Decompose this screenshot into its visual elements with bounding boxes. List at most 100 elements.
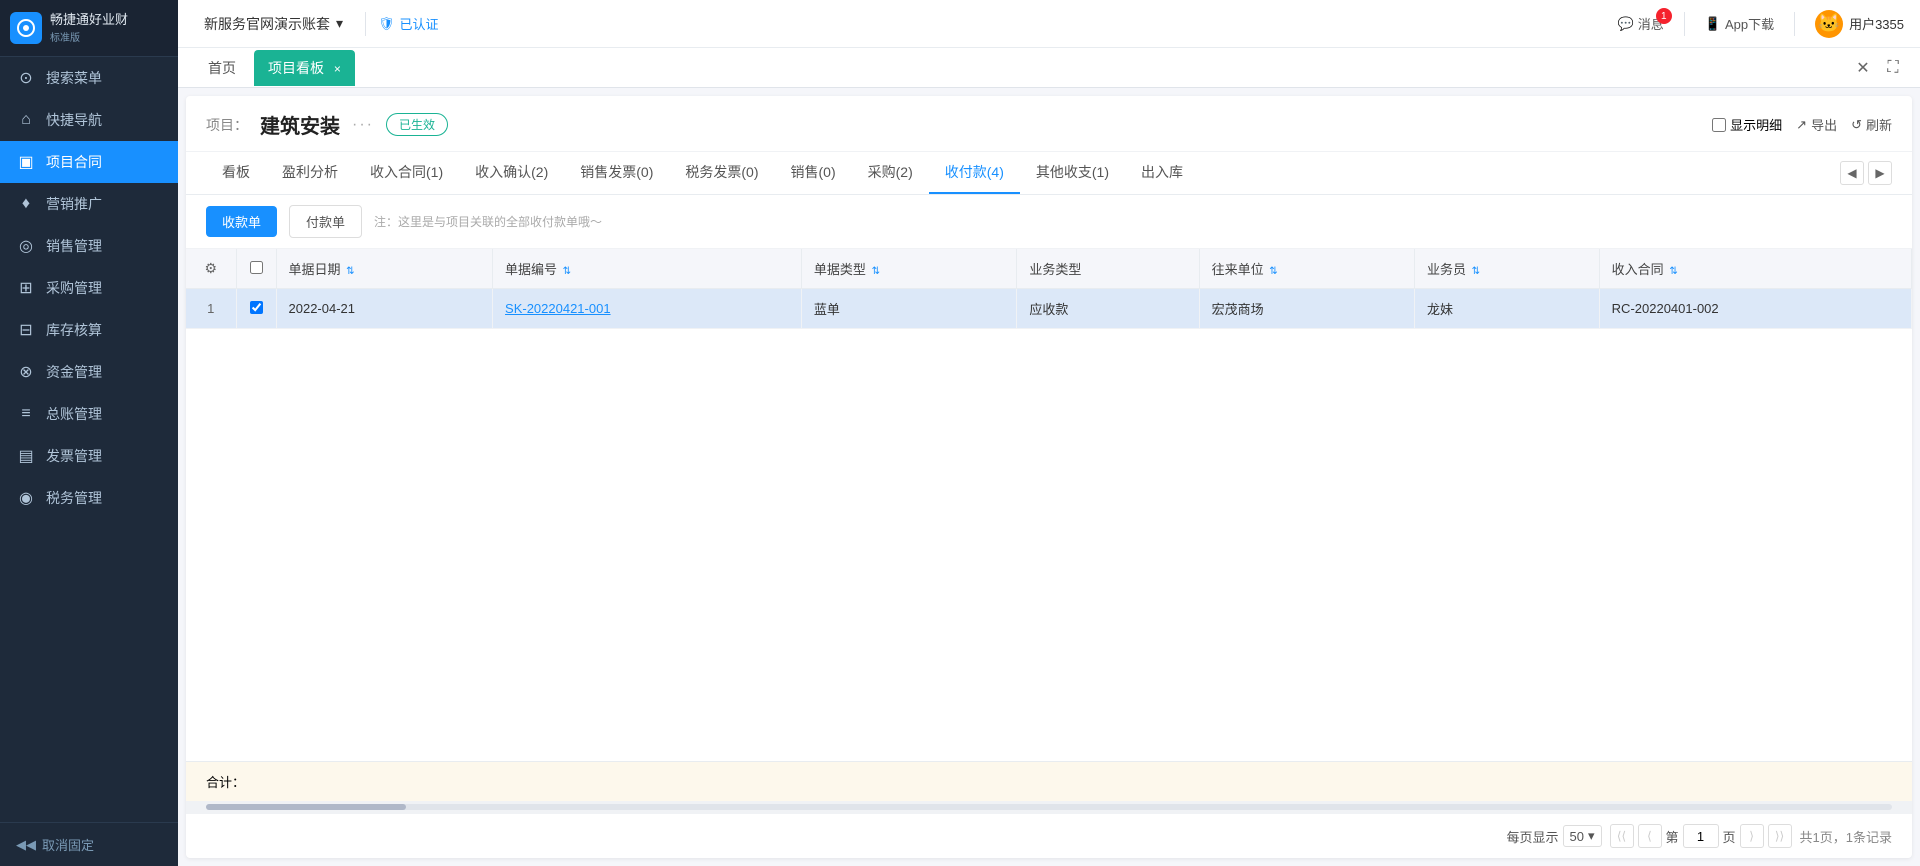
sidebar-item-purchase[interactable]: ⊞ 采购管理 bbox=[0, 267, 178, 309]
sidebar-item-invoice[interactable]: ▤ 发票管理 bbox=[0, 435, 178, 477]
tab-project-board[interactable]: 项目看板 × bbox=[254, 50, 355, 86]
inventory-icon: ⊟ bbox=[16, 320, 36, 340]
message-badge: 1 bbox=[1656, 8, 1672, 24]
table-row[interactable]: 1 2022-04-21 SK-20220421-001 蓝单 应收款 宏茂商场… bbox=[186, 289, 1912, 329]
col-type[interactable]: 单据类型 ⇅ bbox=[801, 249, 1016, 289]
col-date[interactable]: 单据日期 ⇅ bbox=[276, 249, 493, 289]
last-page-button[interactable]: ⟩⟩ bbox=[1768, 824, 1792, 848]
page-size-selector: 每页显示 50 ▾ bbox=[1506, 825, 1601, 847]
receipt-note: 注：这里是与项目关联的全部收付款单哦～ bbox=[374, 213, 602, 230]
row-salesman: 龙妹 bbox=[1415, 289, 1600, 329]
select-all-checkbox[interactable] bbox=[250, 261, 263, 274]
per-page-select[interactable]: 50 ▾ bbox=[1563, 825, 1602, 847]
project-contract-icon: ▣ bbox=[16, 152, 36, 172]
verified-label: 已认证 bbox=[400, 14, 439, 33]
col-salesman[interactable]: 业务员 ⇅ bbox=[1415, 249, 1600, 289]
invoice-icon: ▤ bbox=[16, 446, 36, 466]
project-status-badge: 已生效 bbox=[386, 113, 448, 136]
subtab-sales[interactable]: 销售(0) bbox=[775, 152, 852, 194]
show-detail-checkbox[interactable] bbox=[1712, 118, 1726, 132]
sidebar-header: 畅捷通好业财 标准版 bbox=[0, 0, 178, 57]
sidebar-item-sales[interactable]: ◎ 销售管理 bbox=[0, 225, 178, 267]
scrollbar-track[interactable] bbox=[206, 804, 1892, 810]
row-index: 1 bbox=[186, 289, 236, 329]
sidebar-item-project-contract[interactable]: ▣ 项目合同 bbox=[0, 141, 178, 183]
finance-icon: ⊗ bbox=[16, 362, 36, 382]
maximize-window-button[interactable]: ⛶ bbox=[1882, 57, 1904, 79]
payment-btn[interactable]: 付款单 bbox=[289, 205, 362, 238]
col-checkbox bbox=[236, 249, 276, 289]
subtab-tax-invoice[interactable]: 税务发票(0) bbox=[669, 152, 774, 194]
row-checkbox[interactable] bbox=[236, 289, 276, 329]
purchase-icon: ⊞ bbox=[16, 278, 36, 298]
subtab-purchase[interactable]: 采购(2) bbox=[852, 152, 929, 194]
sidebar-item-search[interactable]: ⊙ 搜索菜单 bbox=[0, 57, 178, 99]
tab-home[interactable]: 首页 bbox=[194, 50, 250, 86]
horizontal-scrollbar[interactable] bbox=[186, 801, 1912, 813]
content-area: 项目： 建筑安装 ··· 已生效 显示明细 ↗ 导出 ↺ 刷新 bbox=[186, 96, 1912, 858]
sidebar: 畅捷通好业财 标准版 ⊙ 搜索菜单⌂ 快捷导航▣ 项目合同♦ 营销推广◎ 销售管… bbox=[0, 0, 178, 866]
col-settings[interactable]: ⚙ bbox=[186, 249, 236, 289]
sort-icon-partner: ⇅ bbox=[1269, 266, 1277, 277]
col-partner[interactable]: 往来单位 ⇅ bbox=[1199, 249, 1414, 289]
per-page-label: 每页显示 bbox=[1506, 827, 1558, 846]
sort-icon-date: ⇅ bbox=[346, 266, 354, 277]
export-button[interactable]: ↗ 导出 bbox=[1796, 115, 1837, 134]
scrollbar-thumb[interactable] bbox=[206, 804, 406, 810]
col-income-contract[interactable]: 收入合同 ⇅ bbox=[1599, 249, 1911, 289]
sidebar-item-ledger[interactable]: ≡ 总账管理 bbox=[0, 393, 178, 435]
subtab-receipt[interactable]: 收付款(4) bbox=[929, 152, 1020, 194]
topbar-divider bbox=[365, 12, 366, 36]
message-button[interactable]: 💬 消息 1 bbox=[1618, 14, 1664, 33]
subtab-in-out[interactable]: 出入库 bbox=[1125, 152, 1199, 194]
row-select-checkbox[interactable] bbox=[250, 301, 263, 314]
settings-icon[interactable]: ⚙ bbox=[204, 260, 217, 276]
sub-tab-next[interactable]: ▶ bbox=[1868, 161, 1892, 185]
sidebar-item-inventory[interactable]: ⊟ 库存核算 bbox=[0, 309, 178, 351]
phone-icon: 📱 bbox=[1705, 16, 1721, 32]
subtab-income-confirm[interactable]: 收入确认(2) bbox=[459, 152, 564, 194]
sidebar-item-marketing[interactable]: ♦ 营销推广 bbox=[0, 183, 178, 225]
project-label: 项目： bbox=[206, 115, 248, 135]
sort-icon-type: ⇅ bbox=[872, 266, 880, 277]
row-number[interactable]: SK-20220421-001 bbox=[493, 289, 802, 329]
next-page-button[interactable]: ⟩ bbox=[1740, 824, 1764, 848]
document-link[interactable]: SK-20220421-001 bbox=[505, 301, 611, 316]
show-detail-label: 显示明细 bbox=[1730, 115, 1782, 134]
app-label: App下载 bbox=[1725, 14, 1774, 33]
app-download-button[interactable]: 📱 App下载 bbox=[1705, 14, 1774, 33]
user-avatar: 🐱 bbox=[1815, 10, 1843, 38]
subtab-income-contract[interactable]: 收入合同(1) bbox=[354, 152, 459, 194]
close-window-button[interactable]: ✕ bbox=[1852, 57, 1874, 79]
unpin-button[interactable]: ◀◀ 取消固定 bbox=[0, 822, 178, 866]
data-table: ⚙ 单据日期 ⇅ 单据编号 ⇅ 单据类型 ⇅ bbox=[186, 249, 1912, 329]
sidebar-item-tax[interactable]: ◉ 税务管理 bbox=[0, 477, 178, 519]
topbar-divider3 bbox=[1794, 12, 1795, 36]
sidebar-item-quick-nav[interactable]: ⌂ 快捷导航 bbox=[0, 99, 178, 141]
project-more-button[interactable]: ··· bbox=[352, 116, 374, 134]
sort-icon-contract: ⇅ bbox=[1669, 266, 1677, 277]
receipt-btn[interactable]: 收款单 bbox=[206, 206, 277, 237]
tab-close-icon[interactable]: × bbox=[334, 62, 341, 76]
project-header: 项目： 建筑安装 ··· 已生效 显示明细 ↗ 导出 ↺ 刷新 bbox=[186, 96, 1912, 152]
sub-tab-prev[interactable]: ◀ bbox=[1840, 161, 1864, 185]
sidebar-item-finance[interactable]: ⊗ 资金管理 bbox=[0, 351, 178, 393]
footer-label: 合计： bbox=[206, 772, 245, 791]
subtab-kanban[interactable]: 看板 bbox=[206, 152, 266, 194]
table-footer: 合计： bbox=[186, 761, 1912, 801]
subtab-sales-invoice[interactable]: 销售发票(0) bbox=[564, 152, 669, 194]
project-selector[interactable]: 新服务官网演示账套 ▾ bbox=[194, 8, 353, 40]
row-income-contract: RC-20220401-002 bbox=[1599, 289, 1911, 329]
page-input[interactable] bbox=[1683, 824, 1719, 848]
refresh-button[interactable]: ↺ 刷新 bbox=[1851, 115, 1892, 134]
prev-page-button[interactable]: ⟨ bbox=[1638, 824, 1662, 848]
col-number[interactable]: 单据编号 ⇅ bbox=[493, 249, 802, 289]
search-icon: ⊙ bbox=[16, 68, 36, 88]
page-nav: ⟨⟨ ⟨ 第 页 ⟩ ⟩⟩ bbox=[1610, 824, 1792, 848]
verified-badge: 🛡 已认证 bbox=[378, 14, 439, 33]
subtab-profit[interactable]: 盈利分析 bbox=[266, 152, 354, 194]
first-page-button[interactable]: ⟨⟨ bbox=[1610, 824, 1634, 848]
show-detail-toggle[interactable]: 显示明细 bbox=[1712, 115, 1782, 134]
subtab-other-expense[interactable]: 其他收支(1) bbox=[1020, 152, 1125, 194]
user-menu[interactable]: 🐱 用户3355 bbox=[1815, 10, 1904, 38]
